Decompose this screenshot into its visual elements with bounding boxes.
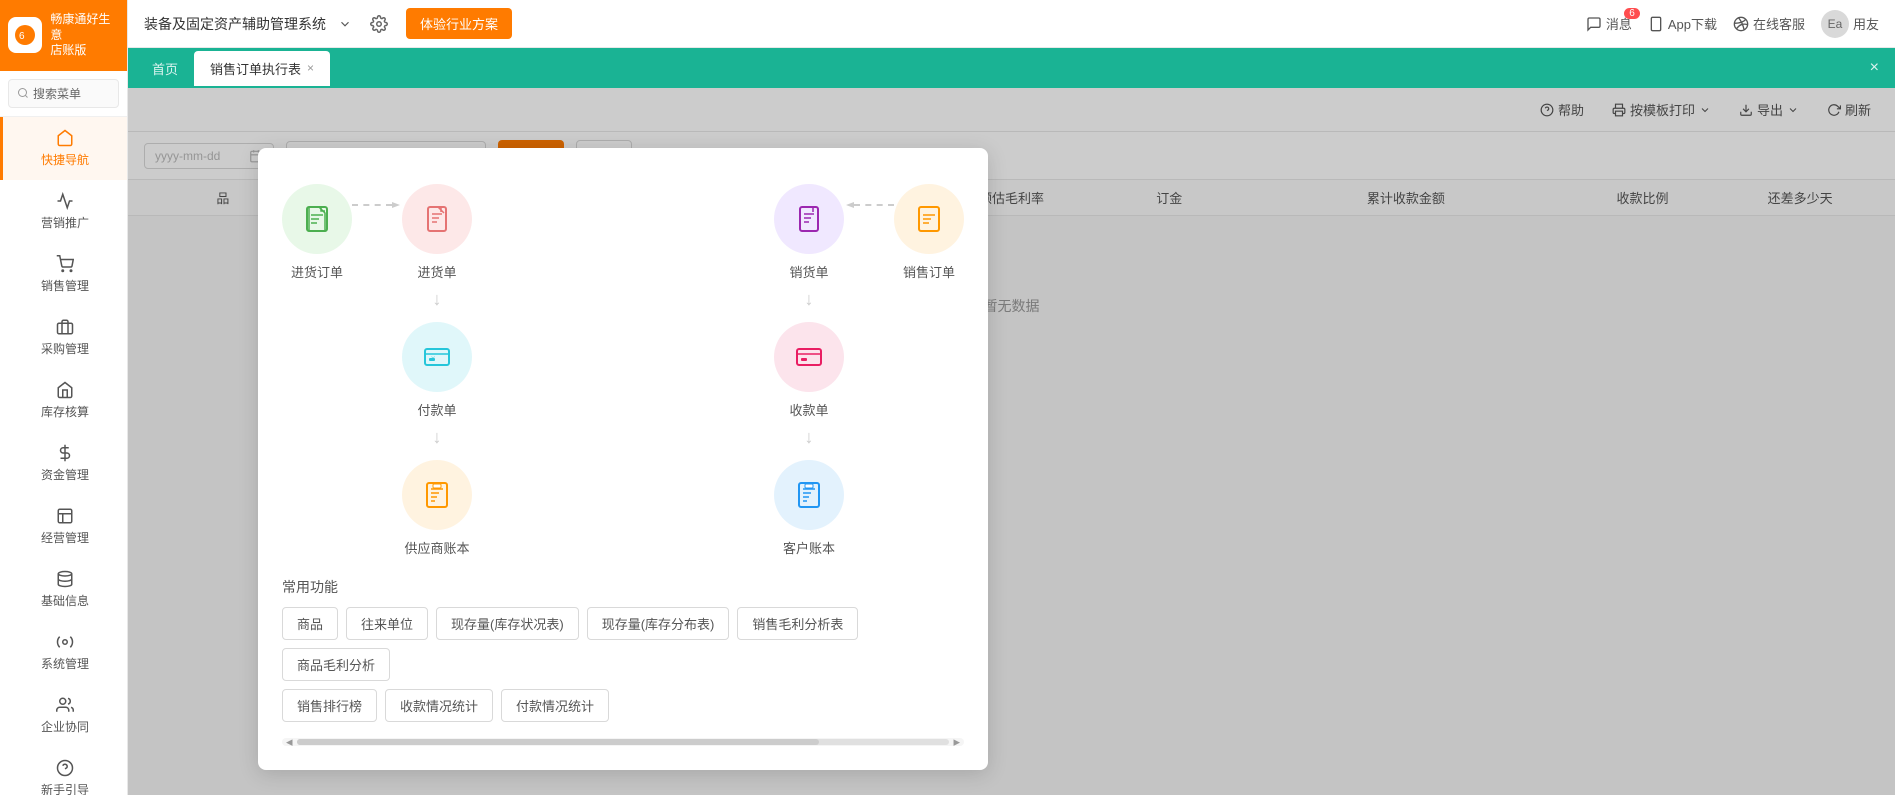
sidebar-item-operations[interactable]: 经营管理 <box>0 495 127 558</box>
topbar: 装备及固定资产辅助管理系统 体验行业方案 消息 6 App下载 <box>128 0 1895 48</box>
func-btn-stock-dist[interactable]: 现存量(库存分布表) <box>587 607 730 640</box>
flow-node-sales-order[interactable]: 销售订单 <box>894 184 964 281</box>
sidebar-item-sales[interactable]: 销售管理 <box>0 243 127 306</box>
svg-text:6: 6 <box>19 31 25 42</box>
system-title-dropdown[interactable] <box>338 17 352 31</box>
page-content: 帮助 按模板打印 导出 刷新 <box>128 88 1895 795</box>
scrollbar-right-arrow[interactable]: ▸ <box>949 734 964 750</box>
func-btn-sales-gross[interactable]: 销售毛利分析表 <box>737 607 858 640</box>
common-functions-title: 常用功能 <box>282 577 964 597</box>
sidebar-item-marketing[interactable]: 营销推广 <box>0 180 127 243</box>
flow-node-receipt[interactable]: 收款单 <box>774 322 844 419</box>
settings-button[interactable] <box>364 9 394 39</box>
sidebar-search-area: 搜索菜单 <box>0 71 127 117</box>
scrollbar-thumb[interactable] <box>297 739 819 745</box>
flow-node-payment[interactable]: ¥ 付款单 <box>402 322 472 419</box>
user-menu-button[interactable]: Ea 用友 <box>1821 10 1879 38</box>
topbar-actions: 消息 6 App下载 在线客服 Ea 用友 <box>1586 10 1879 38</box>
dialog-scrollbar[interactable]: ◂ ▸ <box>282 738 964 746</box>
function-buttons-row2: 销售排行榜 收款情况统计 付款情况统计 <box>282 689 964 722</box>
sidebar-item-system[interactable]: 系统管理 <box>0 621 127 684</box>
func-btn-product-gross[interactable]: 商品毛利分析 <box>282 648 390 681</box>
flow-node-sales-bill[interactable]: 销货单 <box>774 184 844 281</box>
func-btn-receipt-stats[interactable]: 收款情况统计 <box>385 689 493 722</box>
tabbar: 首页 销售订单执行表 × × <box>128 48 1895 88</box>
tab-close-button[interactable]: × <box>307 61 314 75</box>
func-btn-sales-rank[interactable]: 销售排行榜 <box>282 689 377 722</box>
flow-node-customer-ledger[interactable]: 客户账本 <box>774 460 844 557</box>
system-title: 装备及固定资产辅助管理系统 <box>144 14 326 34</box>
message-badge: 6 <box>1624 8 1640 19</box>
func-btn-product[interactable]: 商品 <box>282 607 338 640</box>
sidebar-item-finance[interactable]: 资金管理 <box>0 432 127 495</box>
common-functions-section: 常用功能 商品 往来单位 现存量(库存状况表) 现存量(库存分布表) 销售毛利分… <box>282 577 964 722</box>
online-service-button[interactable]: 在线客服 <box>1733 14 1805 33</box>
trial-button[interactable]: 体验行业方案 <box>406 8 512 39</box>
function-buttons-row1: 商品 往来单位 现存量(库存状况表) 现存量(库存分布表) 销售毛利分析表 商品… <box>282 607 964 681</box>
sidebar-item-quick-nav[interactable]: 快捷导航 <box>0 117 127 180</box>
avatar: Ea <box>1821 10 1849 38</box>
sidebar-item-enterprise[interactable]: 企业协同 <box>0 684 127 747</box>
sidebar-item-purchase[interactable]: 采购管理 <box>0 306 127 369</box>
sidebar-item-base[interactable]: 基础信息 <box>0 558 127 621</box>
message-button[interactable]: 消息 6 <box>1586 14 1632 33</box>
sidebar: 6 畅康通好生意 店账版 搜索菜单 快捷导航 营销推广 <box>0 0 128 795</box>
scrollbar-left-arrow[interactable]: ◂ <box>282 734 297 750</box>
tab-home[interactable]: 首页 <box>136 51 194 86</box>
flow-node-supplier-ledger[interactable]: 供应商账本 <box>402 460 472 557</box>
logo-icon: 6 <box>8 17 42 53</box>
main-content: 装备及固定资产辅助管理系统 体验行业方案 消息 6 App下载 <box>128 0 1895 795</box>
flow-node-purchase-bill[interactable]: 进货单 <box>402 184 472 281</box>
func-btn-stock-status[interactable]: 现存量(库存状况表) <box>436 607 579 640</box>
sidebar-item-newbie[interactable]: 新手引导 <box>0 747 127 795</box>
scrollbar-track[interactable] <box>297 739 950 745</box>
sidebar-item-inventory[interactable]: 库存核算 <box>0 369 127 432</box>
func-btn-counterparty[interactable]: 往来单位 <box>346 607 428 640</box>
flow-node-purchase-order[interactable]: 进货订单 <box>282 184 352 281</box>
search-menu-button[interactable]: 搜索菜单 <box>8 79 119 108</box>
sidebar-nav: 快捷导航 营销推广 销售管理 采购管理 库存核算 资金管理 <box>0 117 127 795</box>
logo-text: 畅康通好生意 店账版 <box>50 12 119 59</box>
func-btn-payment-stats[interactable]: 付款情况统计 <box>501 689 609 722</box>
sidebar-logo: 6 畅康通好生意 店账版 <box>0 0 127 71</box>
tab-sales-order-exec[interactable]: 销售订单执行表 × <box>194 51 330 86</box>
flow-dialog: 进货订单 <box>258 148 988 770</box>
close-all-tabs-button[interactable]: × <box>1862 55 1887 81</box>
app-download-button[interactable]: App下载 <box>1648 14 1717 33</box>
